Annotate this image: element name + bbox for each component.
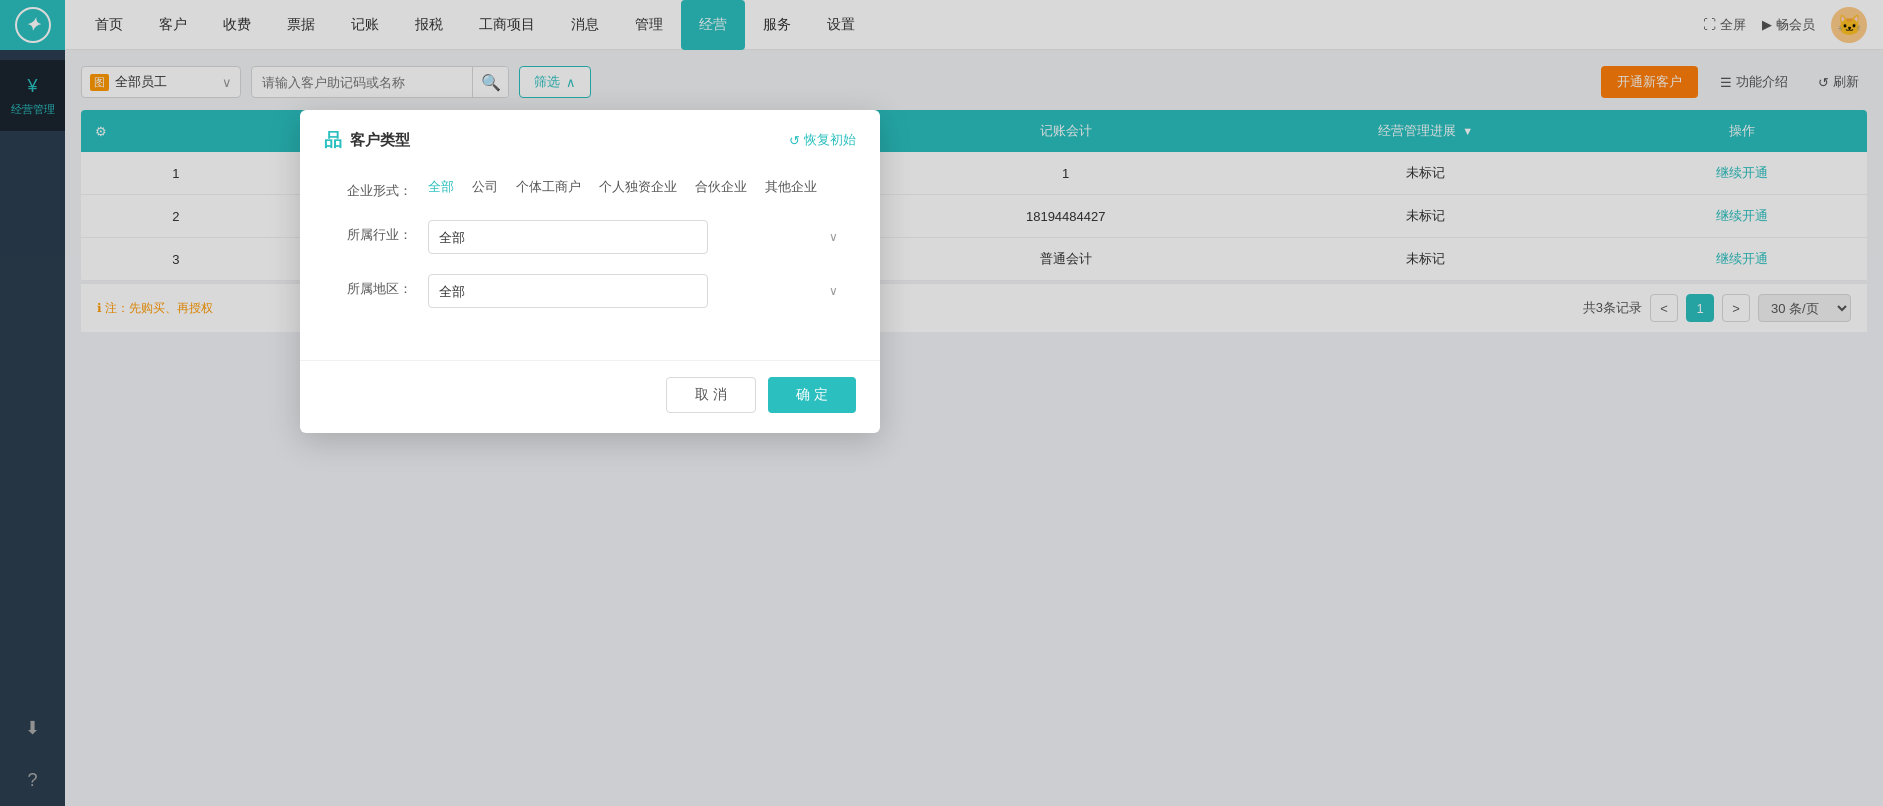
modal-title-icon: 品 bbox=[324, 128, 342, 152]
industry-dropdown-wrap: 全部 制造业 服务业 零售业 其他 ∨ bbox=[428, 220, 848, 254]
enterprise-form-row: 企业形式： 全部 公司 个体工商户 个人独资企业 合伙企业 其他企业 bbox=[332, 176, 848, 200]
industry-form-row: 所属行业： 全部 制造业 服务业 零售业 其他 ∨ bbox=[332, 220, 848, 254]
industry-select[interactable]: 全部 制造业 服务业 零售业 其他 bbox=[428, 220, 708, 254]
industry-chevron-icon: ∨ bbox=[829, 230, 838, 244]
type-option-other[interactable]: 其他企业 bbox=[765, 176, 817, 198]
industry-select-wrap: 全部 制造业 服务业 零售业 其他 ∨ bbox=[428, 220, 848, 254]
type-option-all[interactable]: 全部 bbox=[428, 176, 454, 198]
region-label: 所属地区： bbox=[332, 274, 412, 298]
confirm-button[interactable]: 确 定 bbox=[768, 377, 856, 413]
modal-reset-button[interactable]: ↺ 恢复初始 bbox=[789, 131, 856, 149]
cancel-button[interactable]: 取 消 bbox=[666, 377, 756, 413]
modal-footer: 取 消 确 定 bbox=[300, 360, 880, 433]
region-select[interactable]: 全部 北京 上海 广州 深圳 其他 bbox=[428, 274, 708, 308]
region-select-wrap: 全部 北京 上海 广州 深圳 其他 ∨ bbox=[428, 274, 848, 308]
type-option-partnership[interactable]: 合伙企业 bbox=[695, 176, 747, 198]
region-chevron-icon: ∨ bbox=[829, 284, 838, 298]
enterprise-form-label: 企业形式： bbox=[332, 176, 412, 200]
type-options: 全部 公司 个体工商户 个人独资企业 合伙企业 其他企业 bbox=[428, 176, 848, 198]
modal-title: 品 客户类型 bbox=[324, 128, 410, 152]
modal-body: 企业形式： 全部 公司 个体工商户 个人独资企业 合伙企业 其他企业 所属行业： bbox=[300, 166, 880, 352]
reset-label: 恢复初始 bbox=[804, 131, 856, 149]
type-option-individual[interactable]: 个体工商户 bbox=[516, 176, 581, 198]
modal-header: 品 客户类型 ↺ 恢复初始 bbox=[300, 110, 880, 166]
type-option-sole[interactable]: 个人独资企业 bbox=[599, 176, 677, 198]
region-dropdown-wrap: 全部 北京 上海 广州 深圳 其他 ∨ bbox=[428, 274, 848, 308]
modal-overlay: 品 客户类型 ↺ 恢复初始 企业形式： 全部 公司 个体工商户 个人独资企业 合… bbox=[0, 0, 1883, 806]
modal-title-text: 客户类型 bbox=[350, 131, 410, 150]
enterprise-options: 全部 公司 个体工商户 个人独资企业 合伙企业 其他企业 bbox=[428, 176, 848, 198]
reset-icon: ↺ bbox=[789, 133, 800, 148]
filter-modal: 品 客户类型 ↺ 恢复初始 企业形式： 全部 公司 个体工商户 个人独资企业 合… bbox=[300, 110, 880, 433]
industry-label: 所属行业： bbox=[332, 220, 412, 244]
type-option-company[interactable]: 公司 bbox=[472, 176, 498, 198]
region-form-row: 所属地区： 全部 北京 上海 广州 深圳 其他 ∨ bbox=[332, 274, 848, 308]
